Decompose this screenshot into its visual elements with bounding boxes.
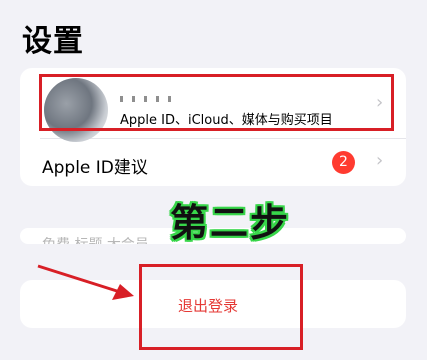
arrow-icon — [37, 264, 134, 300]
